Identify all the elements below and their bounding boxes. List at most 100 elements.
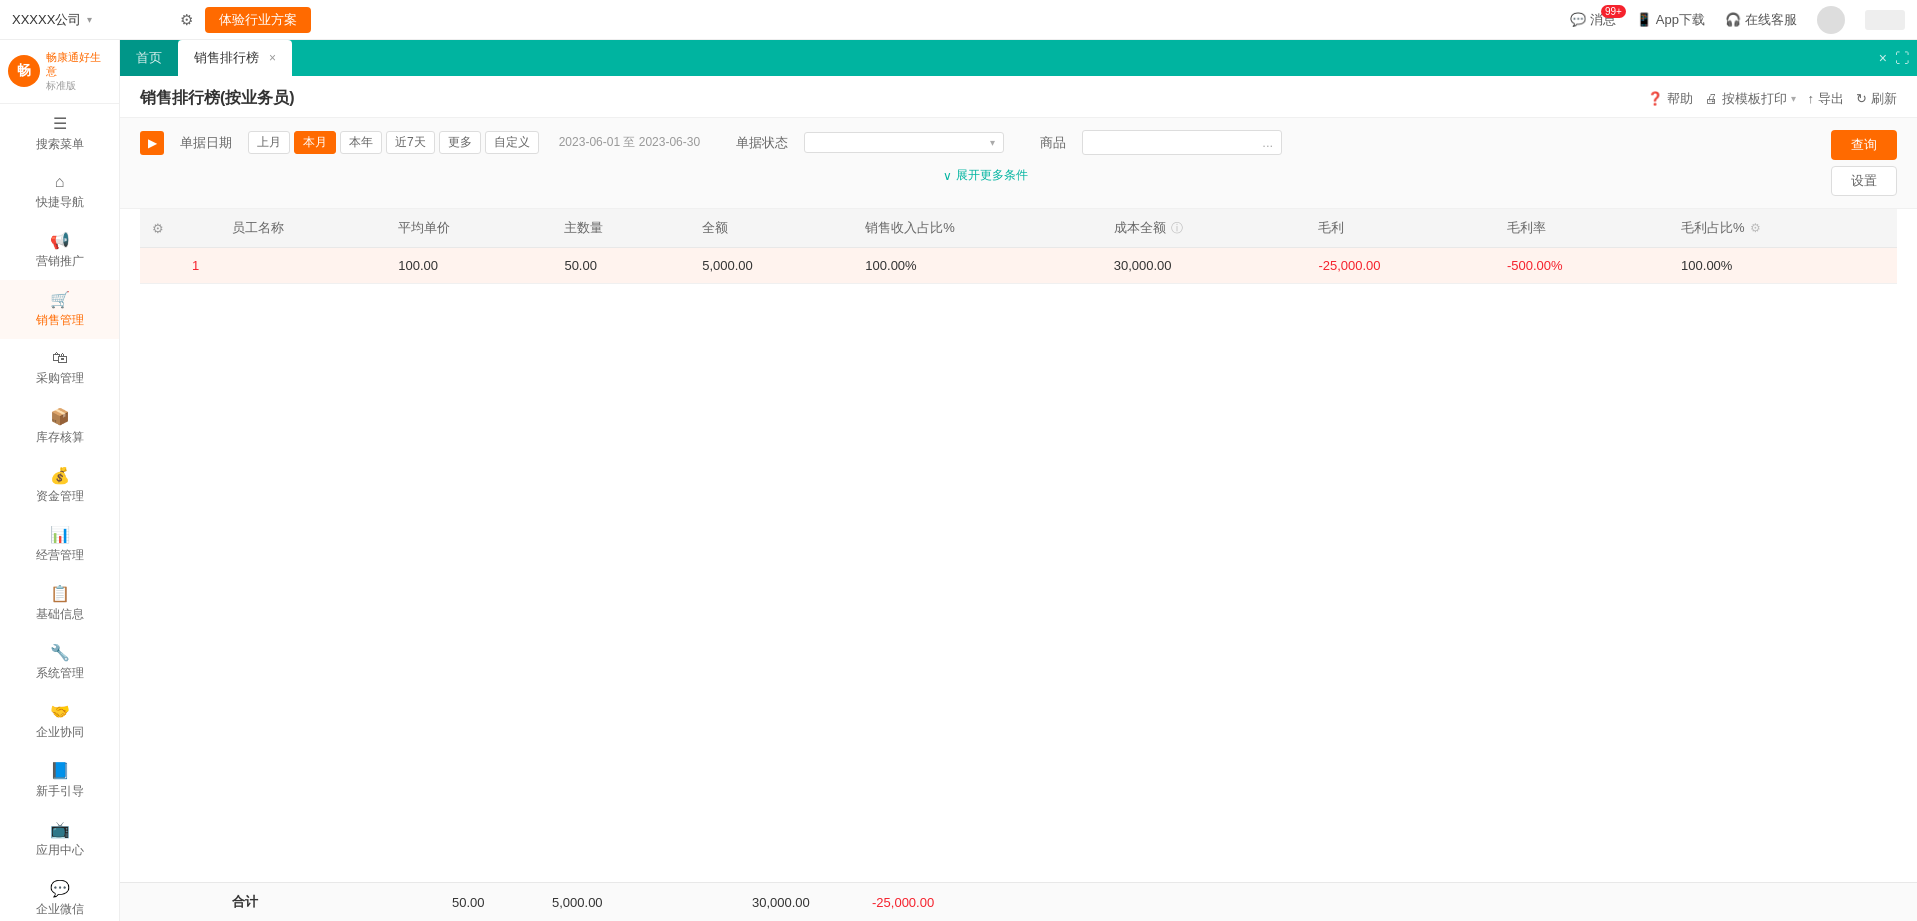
sidebar-label-quick-nav: 快捷导航 [36,194,84,211]
sidebar-item-inventory[interactable]: 📦 库存核算 [0,397,119,456]
col-amount: 全额 [690,209,853,248]
col-profit-rate: 毛利率 [1495,209,1669,248]
tab-close-btn[interactable]: × [1879,50,1887,66]
search-order-icon: ☰ [53,114,67,133]
table-header-row: ⚙ 员工名称 平均单价 主数量 [140,209,1897,248]
date-btn-last-month[interactable]: 上月 [248,131,290,154]
sidebar-label-marketing: 营销推广 [36,253,84,270]
settings-icon[interactable]: ⚙ [180,11,193,29]
print-button[interactable]: 🖨 按模板打印 ▾ [1705,90,1796,108]
company-select[interactable]: XXXXX公司 ▾ [12,11,172,29]
sidebar-item-marketing[interactable]: 📢 营销推广 [0,221,119,280]
service-label: 在线客服 [1745,11,1797,29]
tab-sales-rank[interactable]: 销售排行榜 × [178,40,292,76]
sidebar-item-wechat[interactable]: 💬 企业微信 [0,869,119,921]
sidebar-item-system[interactable]: 🔧 系统管理 [0,633,119,692]
logo-text: 畅康通好生意 [46,50,111,79]
help-icon: ❓ [1647,91,1663,106]
tab-bar: 首页 销售排行榜 × × ⛶ [120,40,1917,76]
logo-sub: 标准版 [46,79,111,93]
app-icon: 📱 [1636,12,1652,27]
filter-actions: 查询 设置 [1831,130,1897,196]
system-icon: 🔧 [50,643,70,662]
sidebar-item-search-order[interactable]: ☰ 搜索菜单 [0,104,119,163]
company-name: XXXXX公司 [12,11,81,29]
tab-home[interactable]: 首页 [120,40,178,76]
avatar[interactable] [1817,6,1845,34]
row-quantity: 50.00 [552,248,690,284]
sidebar-item-app-center[interactable]: 📺 应用中心 [0,810,119,869]
col-sales-pct: 销售收入占比% [853,209,1101,248]
page-actions: ❓ 帮助 🖨 按模板打印 ▾ ↑ 导出 ↻ 刷新 [1647,90,1898,108]
tab-home-label: 首页 [136,49,162,67]
table-footer: 合计 50.00 5,000.00 30,000.00 -25,000.00 [120,882,1917,921]
trial-button[interactable]: 体验行业方案 [205,7,311,33]
online-service-item[interactable]: 🎧 在线客服 [1725,11,1797,29]
status-select[interactable]: ▾ [804,132,1004,153]
tab-close-icon[interactable]: × [269,51,276,65]
marketing-icon: 📢 [50,231,70,250]
row-avg-price: 100.00 [386,248,552,284]
sidebar-item-purchase[interactable]: 🛍 采购管理 [0,339,119,397]
sidebar-item-guide[interactable]: 📘 新手引导 [0,751,119,810]
sales-icon: 🛒 [50,290,70,309]
date-range: 2023-06-01 至 2023-06-30 [559,134,700,151]
sidebar-item-operations[interactable]: 📊 经营管理 [0,515,119,574]
message-badge: 99+ [1601,5,1626,18]
message-item[interactable]: 💬 消息 99+ [1570,11,1616,29]
sidebar-item-cooperation[interactable]: 🤝 企业协同 [0,692,119,751]
basic-info-icon: 📋 [50,584,70,603]
sidebar-item-finance[interactable]: 💰 资金管理 [0,456,119,515]
date-btn-this-year[interactable]: 本年 [340,131,382,154]
print-label: 按模板打印 [1722,90,1787,108]
main-content: 首页 销售排行榜 × × ⛶ 销售排行榜(按业务员) ❓ 帮助 [120,40,1917,921]
col-settings-icon[interactable]: ⚙ [152,221,164,236]
header-right: 💬 消息 99+ 📱 App下载 🎧 在线客服 [1570,6,1905,34]
sidebar-label-app-center: 应用中心 [36,842,84,859]
settings-button[interactable]: 设置 [1831,166,1897,196]
filter-toggle-icon: ▶ [148,136,157,150]
sidebar-item-quick-nav[interactable]: ⌂ 快捷导航 [0,163,119,221]
chevron-down-icon: ▾ [87,14,92,25]
sidebar-label-sales: 销售管理 [36,312,84,329]
row-rank: 1 [180,248,220,284]
data-table: ⚙ 员工名称 平均单价 主数量 [140,209,1897,284]
sidebar-label-system: 系统管理 [36,665,84,682]
cooperation-icon: 🤝 [50,702,70,721]
date-btn-7days[interactable]: 近7天 [386,131,435,154]
filter-toggle-btn[interactable]: ▶ [140,131,164,155]
date-btn-more[interactable]: 更多 [439,131,481,154]
logo-icon: 畅 [8,55,40,87]
purchase-icon: 🛍 [52,349,68,367]
sidebar-label-wechat: 企业微信 [36,901,84,918]
footer-profit: -25,000.00 [860,895,980,910]
top-header: XXXXX公司 ▾ ⚙ 体验行业方案 💬 消息 99+ 📱 App下载 🎧 在线… [0,0,1917,40]
expand-more-btn[interactable]: ∨ 展开更多条件 [140,163,1831,188]
guide-icon: 📘 [50,761,70,780]
sidebar-item-sales[interactable]: 🛒 销售管理 [0,280,119,339]
date-btn-custom[interactable]: 自定义 [485,131,539,154]
wechat-icon: 💬 [50,879,70,898]
help-label: 帮助 [1667,90,1693,108]
app-download-item[interactable]: 📱 App下载 [1636,11,1705,29]
date-btn-this-month[interactable]: 本月 [294,131,336,154]
col-cost: 成本全额 ⓘ [1102,209,1307,248]
sidebar-item-basic-info[interactable]: 📋 基础信息 [0,574,119,633]
sidebar-label-finance: 资金管理 [36,488,84,505]
refresh-button[interactable]: ↻ 刷新 [1856,90,1897,108]
date-filter-label: 单据日期 [180,134,232,152]
profit-pct-info-icon[interactable]: ⚙ [1750,221,1761,235]
goods-more-icon: ... [1262,135,1273,150]
goods-input[interactable]: ... [1082,130,1282,155]
table-wrapper: ⚙ 员工名称 平均单价 主数量 [120,209,1917,882]
print-icon: 🖨 [1705,91,1718,106]
help-button[interactable]: ❓ 帮助 [1647,90,1693,108]
export-button[interactable]: ↑ 导出 [1808,90,1845,108]
quick-nav-icon: ⌂ [55,173,65,191]
query-button[interactable]: 查询 [1831,130,1897,160]
cost-info-icon[interactable]: ⓘ [1171,221,1183,235]
user-name [1865,10,1905,30]
footer-quantity: 50.00 [440,895,540,910]
tab-expand-btn[interactable]: ⛶ [1895,50,1909,66]
sidebar-label-cooperation: 企业协同 [36,724,84,741]
